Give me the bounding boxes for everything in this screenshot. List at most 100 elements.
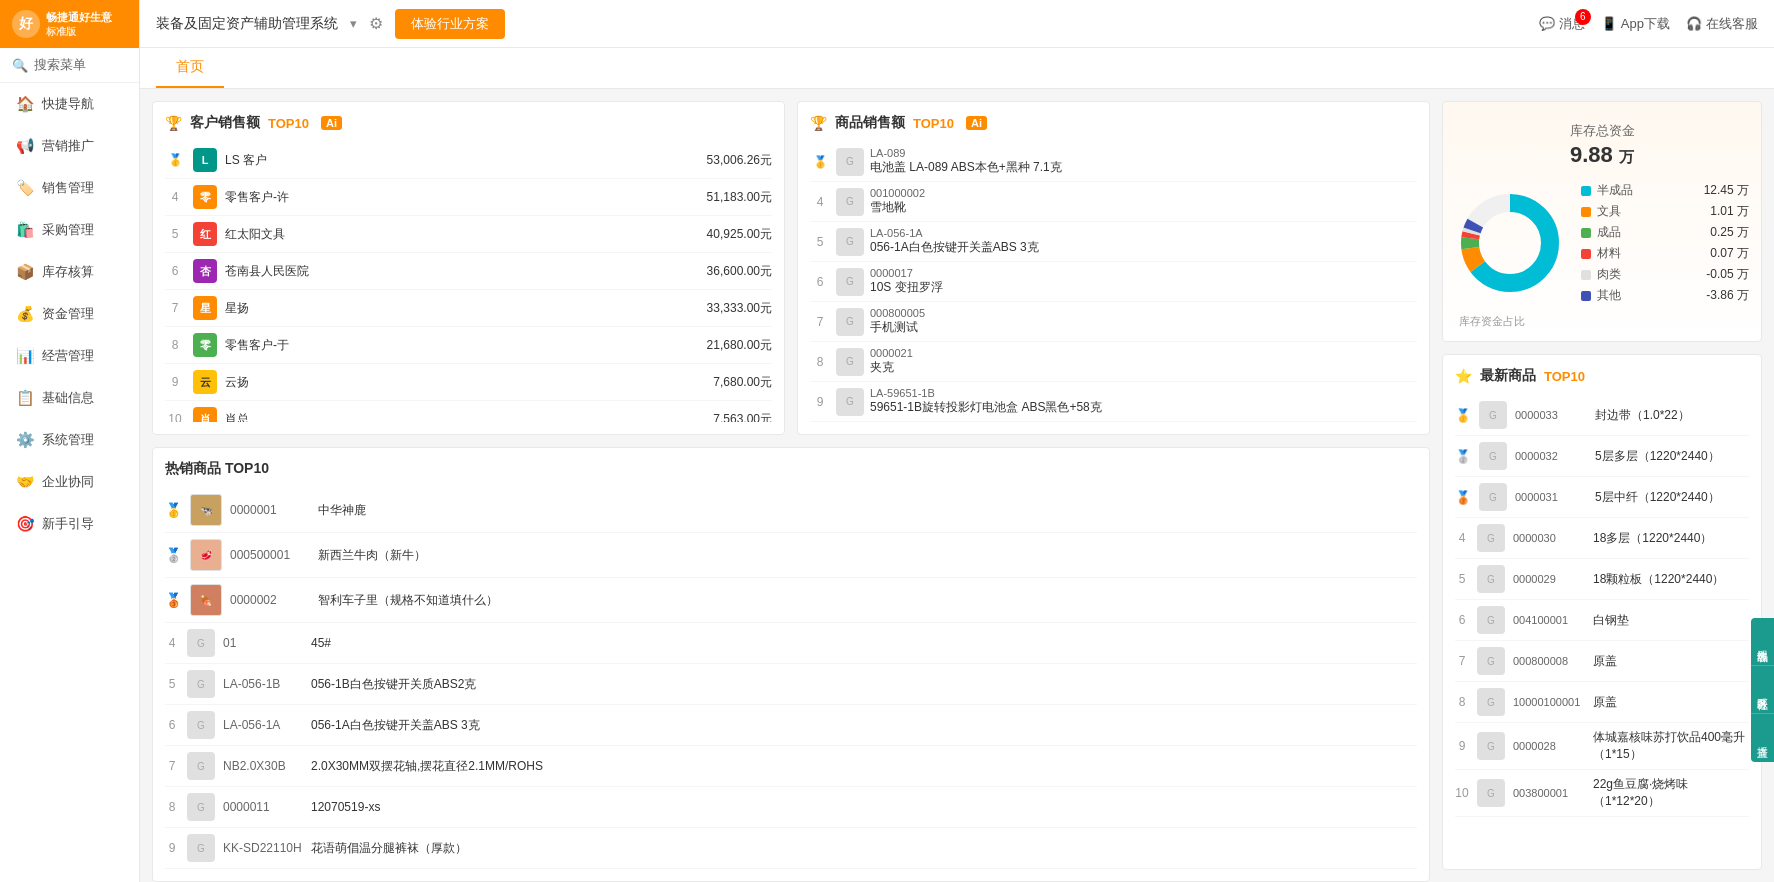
messages-badge: 6 bbox=[1575, 9, 1591, 25]
hot-product-img-7: G bbox=[187, 752, 215, 780]
mobile-icon: 📱 bbox=[1601, 16, 1617, 31]
inventory-legend: 半成品 12.45 万 文具 1.01 万 成品 0.25 万 bbox=[1581, 180, 1749, 306]
legend-meat: 肉类 -0.05 万 bbox=[1581, 264, 1749, 285]
product-sales-ranking-title: 🏆 商品销售额TOP10 Ai bbox=[810, 114, 1417, 132]
product-info-3: LA-056-1A 056-1A白色按键开关盖ABS 3克 bbox=[870, 227, 1417, 256]
sidebar-item-sales[interactable]: 🏷️ 销售管理 bbox=[0, 167, 139, 209]
hot-product-img-8: G bbox=[187, 793, 215, 821]
new-product-10: 10 G 003800001 22g鱼豆腐·烧烤味（1*12*20） bbox=[1455, 770, 1749, 817]
live-broadcast-button[interactable]: 直播 bbox=[1751, 714, 1774, 762]
trophy-icon-2: 🏆 bbox=[810, 115, 827, 131]
customer-rank-item-7: 9 云 云扬 7,680.00元 bbox=[165, 364, 772, 401]
product-info-1: LA-089 电池盖 LA-089 ABS本色+黑种 7.1克 bbox=[870, 147, 1417, 176]
trophy-icon: 🏆 bbox=[165, 115, 182, 131]
logo-icon: 好 bbox=[12, 10, 40, 38]
tab-home[interactable]: 首页 bbox=[156, 48, 224, 88]
right-column: 库存总资金 9.88 万 bbox=[1442, 101, 1762, 870]
product-sales-item-5: 7 G 000800005 手机测试 bbox=[810, 302, 1417, 342]
sidebar-item-finance[interactable]: 💰 资金管理 bbox=[0, 293, 139, 335]
cooperation-icon: 🤝 bbox=[16, 473, 34, 491]
product-info-4: 0000017 10S 变扭罗浮 bbox=[870, 267, 1417, 296]
inventory-value: 9.88 万 bbox=[1455, 142, 1749, 168]
sidebar-item-operations[interactable]: 📊 经营管理 bbox=[0, 335, 139, 377]
product-sales-item-6: 8 G 0000021 夹克 bbox=[810, 342, 1417, 382]
sidebar-item-system[interactable]: ⚙️ 系统管理 bbox=[0, 419, 139, 461]
hot-product-item-9: 9 G KK-SD22110H 花语萌倡温分腿裤袜（厚款） bbox=[165, 828, 1417, 869]
product-img-1: G bbox=[836, 148, 864, 176]
marketing-icon: 📢 bbox=[16, 137, 34, 155]
legend-semi: 半成品 12.45 万 bbox=[1581, 180, 1749, 201]
hot-product-img-1: 🐄 bbox=[190, 494, 222, 526]
medal-1: 🥇 bbox=[165, 502, 182, 518]
product-info-2: 001000002 雪地靴 bbox=[870, 187, 1417, 216]
new-product-5: 5 G 0000029 18颗粒板（1220*2440） bbox=[1455, 559, 1749, 600]
new-products-title: ⭐ 最新商品 TOP10 bbox=[1455, 367, 1749, 385]
top-section: 🏆 客户销售额TOP10 Ai 🥇 L LS 客户 53,006.26元 4 bbox=[152, 101, 1430, 435]
float-buttons: 客服热线 服务社区 直播 bbox=[1751, 618, 1774, 762]
legend-other: 其他 -3.86 万 bbox=[1581, 285, 1749, 306]
product-sales-item-3: 5 G LA-056-1A 056-1A白色按键开关盖ABS 3克 bbox=[810, 222, 1417, 262]
message-icon: 💬 bbox=[1539, 16, 1555, 31]
sidebar-item-basic-info[interactable]: 📋 基础信息 bbox=[0, 377, 139, 419]
sidebar-item-purchase[interactable]: 🛍️ 采购管理 bbox=[0, 209, 139, 251]
customer-avatar-1: L bbox=[193, 148, 217, 172]
sidebar-item-marketing[interactable]: 📢 营销推广 bbox=[0, 125, 139, 167]
customer-rank-item-8: 10 肖 肖总 7,563.00元 bbox=[165, 401, 772, 422]
customer-ranking-title: 🏆 客户销售额TOP10 Ai bbox=[165, 114, 772, 132]
system-icon: ⚙️ bbox=[16, 431, 34, 449]
customer-avatar-8: 肖 bbox=[193, 407, 217, 422]
customer-rank-item-2: 4 零 零售客户-许 51,183.00元 bbox=[165, 179, 772, 216]
star-icon: ⭐ bbox=[1455, 368, 1472, 384]
product-img-5: G bbox=[836, 308, 864, 336]
hot-product-item-5: 5 G LA-056-1B 056-1B白色按键开关质ABS2克 bbox=[165, 664, 1417, 705]
hot-product-img-2: 🥩 bbox=[190, 539, 222, 571]
inventory-total-section: 库存总资金 9.88 万 bbox=[1455, 114, 1749, 172]
legend-stationery: 文具 1.01 万 bbox=[1581, 201, 1749, 222]
new-product-9: 9 G 0000028 体城嘉核味苏打饮品400毫升（1*15） bbox=[1455, 723, 1749, 770]
sidebar-item-inventory[interactable]: 📦 库存核算 bbox=[0, 251, 139, 293]
app-download-button[interactable]: 📱 App下载 bbox=[1601, 15, 1670, 33]
hot-product-img-6: G bbox=[187, 711, 215, 739]
new-product-6: 6 G 004100001 白钢垫 bbox=[1455, 600, 1749, 641]
nav-tabs: 首页 bbox=[140, 48, 1774, 89]
customer-avatar-3: 红 bbox=[193, 222, 217, 246]
hot-product-item-4: 4 G 01 45# bbox=[165, 623, 1417, 664]
sidebar-item-guide[interactable]: 🎯 新手引导 bbox=[0, 503, 139, 545]
new-product-4: 4 G 0000030 18多层（1220*2440） bbox=[1455, 518, 1749, 559]
inventory-icon: 📦 bbox=[16, 263, 34, 281]
inventory-label: 库存资金占比 bbox=[1455, 314, 1749, 329]
medal-3: 🥉 bbox=[165, 592, 182, 608]
messages-button[interactable]: 💬 消息 6 bbox=[1539, 15, 1585, 33]
hot-products-title: 热销商品 TOP10 bbox=[165, 460, 1417, 478]
sidebar-item-cooperation[interactable]: 🤝 企业协同 bbox=[0, 461, 139, 503]
service-community-button[interactable]: 服务社区 bbox=[1751, 666, 1774, 714]
legend-finished: 成品 0.25 万 bbox=[1581, 222, 1749, 243]
product-sales-ranking-card: 🏆 商品销售额TOP10 Ai 🥇 G LA-089 电池盖 LA-089 AB… bbox=[797, 101, 1430, 435]
sidebar-logo: 好 畅捷通好生意 标准版 bbox=[0, 0, 139, 48]
basicinfo-icon: 📋 bbox=[16, 389, 34, 407]
try-solution-button[interactable]: 体验行业方案 bbox=[395, 9, 505, 39]
inventory-chart: 半成品 12.45 万 文具 1.01 万 成品 0.25 万 bbox=[1455, 172, 1749, 314]
product-sales-item-4: 6 G 0000017 10S 变扭罗浮 bbox=[810, 262, 1417, 302]
product-info-6: 0000021 夹克 bbox=[870, 347, 1417, 376]
hot-product-item-6: 6 G LA-056-1A 056-1A白色按键开关盖ABS 3克 bbox=[165, 705, 1417, 746]
customer-service-button[interactable]: 客服热线 bbox=[1751, 618, 1774, 666]
customer-ranking-card: 🏆 客户销售额TOP10 Ai 🥇 L LS 客户 53,006.26元 4 bbox=[152, 101, 785, 435]
customer-avatar-7: 云 bbox=[193, 370, 217, 394]
product-info-7: LA-59651-1B 59651-1B旋转投影灯电池盒 ABS黑色+58克 bbox=[870, 387, 1417, 416]
customer-rank-item-3: 5 红 红太阳文具 40,925.00元 bbox=[165, 216, 772, 253]
online-service-button[interactable]: 🎧 在线客服 bbox=[1686, 15, 1758, 33]
sidebar-item-quick-nav[interactable]: 🏠 快捷导航 bbox=[0, 83, 139, 125]
hot-product-item-8: 8 G 0000011 12070519-xs bbox=[165, 787, 1417, 828]
finance-icon: 💰 bbox=[16, 305, 34, 323]
product-sales-rank-list: 🥇 G LA-089 电池盖 LA-089 ABS本色+黑种 7.1克 4 G bbox=[810, 142, 1417, 422]
hot-product-img-3: 🍖 bbox=[190, 584, 222, 616]
customer-rank-item-5: 7 星 星扬 33,333.00元 bbox=[165, 290, 772, 327]
hot-product-item-7: 7 G NB2.0X30B 2.0X30MM双摆花轴,摆花直径2.1MM/ROH… bbox=[165, 746, 1417, 787]
search-menu[interactable]: 🔍 搜索菜单 bbox=[0, 48, 139, 83]
new-products-list: 🥇 G 0000033 封边带（1.0*22） 🥈 G 0000032 5层多层… bbox=[1455, 395, 1749, 817]
gear-icon[interactable]: ⚙ bbox=[369, 14, 383, 33]
customer-rank-list: 🥇 L LS 客户 53,006.26元 4 零 零售客户-许 51,183.0… bbox=[165, 142, 772, 422]
ai-badge-product-sales: Ai bbox=[966, 116, 987, 130]
dropdown-icon[interactable]: ▾ bbox=[350, 16, 357, 31]
